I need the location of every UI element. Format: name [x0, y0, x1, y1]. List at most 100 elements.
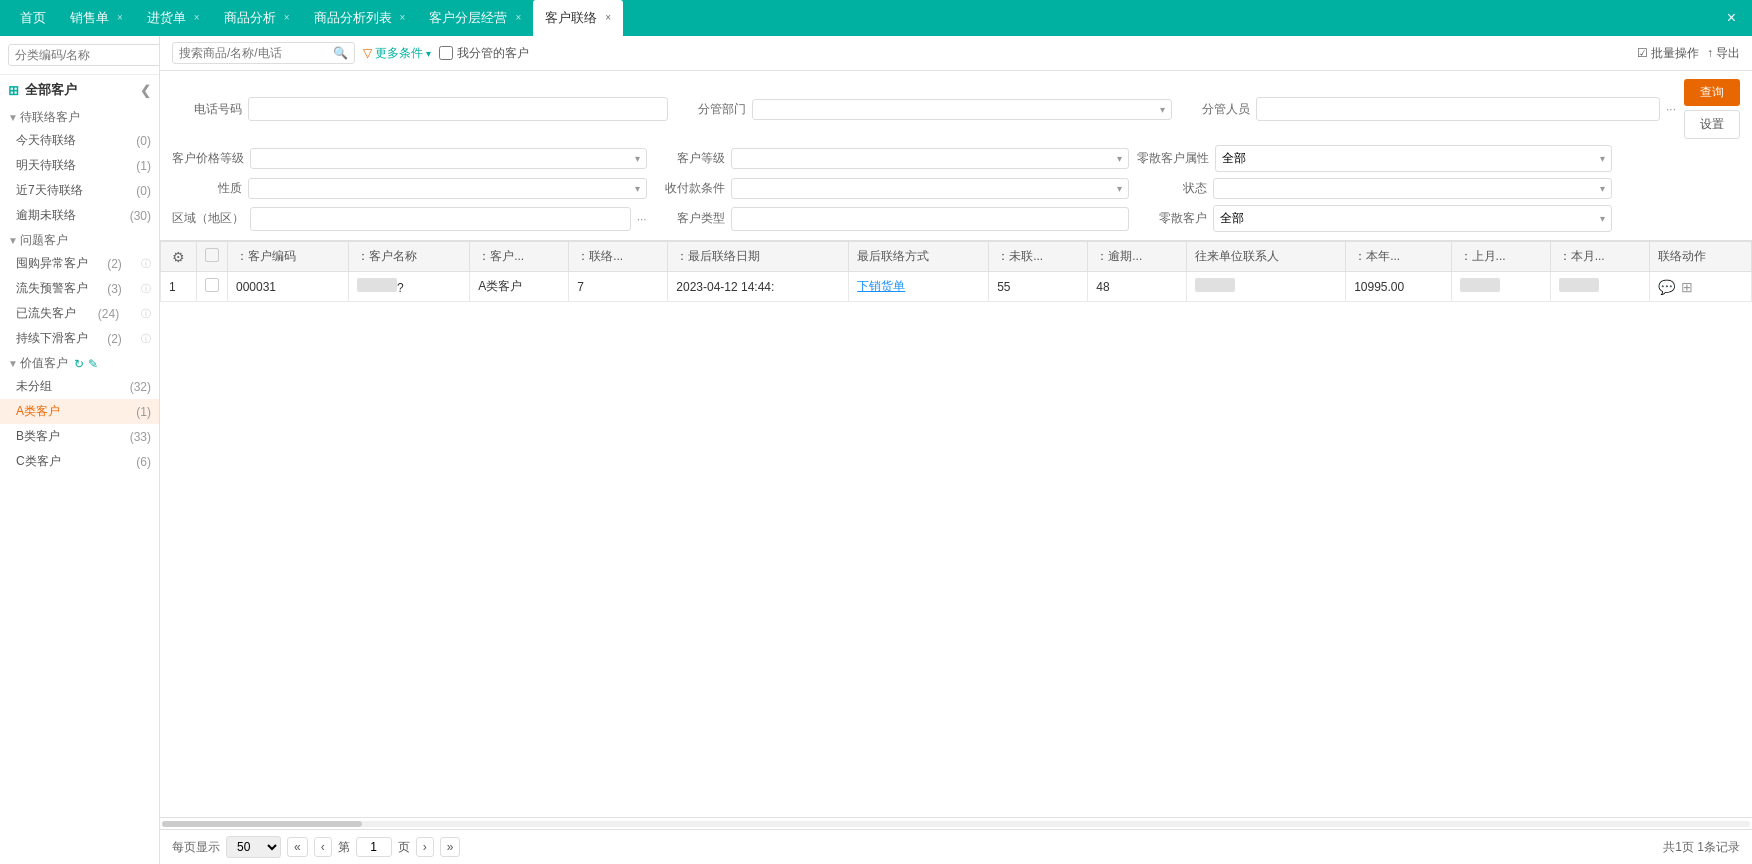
table-header-code: ：客户编码 — [228, 242, 349, 272]
sidebar-group-value[interactable]: ▼ 价值客户 ↻ ✎ — [0, 351, 159, 374]
tab-purchase[interactable]: 进货单 × — [135, 0, 212, 36]
table-header-settings[interactable]: ⚙ — [161, 242, 197, 272]
advanced-filters: 电话号码 分管部门 ▾ 分管人员 ··· 查询 设置 — [160, 71, 1752, 241]
sidebar-item-class-b[interactable]: B类客户(33) — [0, 424, 159, 449]
horizontal-scrollbar[interactable] — [160, 817, 1752, 829]
phone-input[interactable] — [248, 97, 668, 121]
retail-attr-select[interactable]: 全部 ▾ — [1215, 145, 1612, 172]
export-button[interactable]: ↑ 导出 — [1707, 45, 1740, 62]
table-cell-contact-count: 7 — [569, 272, 668, 302]
customer-grade-select[interactable]: ▾ — [731, 148, 1130, 169]
customer-type-input[interactable] — [731, 207, 1130, 231]
filter-row-2: 客户价格等级 ▾ 客户等级 ▾ 零散客户属性 全部 — [172, 145, 1740, 172]
manager-input[interactable] — [1256, 97, 1660, 121]
sidebar-item-overdue-pending[interactable]: 逾期未联络(30) — [0, 203, 159, 228]
table-cell-last-month — [1451, 272, 1550, 302]
tab-customer-segmentation[interactable]: 客户分层经营 × — [417, 0, 533, 36]
tab-sales[interactable]: 销售单 × — [58, 0, 135, 36]
retail-select[interactable]: 全部 ▾ — [1213, 205, 1612, 232]
query-button[interactable]: 查询 — [1684, 79, 1740, 106]
table-header-overdue: ：逾期... — [1088, 242, 1187, 272]
filter-search-box: 🔍 — [172, 42, 355, 64]
sidebar-item-tomorrow-pending[interactable]: 明天待联络(1) — [0, 153, 159, 178]
sidebar-item-churned[interactable]: 已流失客户(24) ⓘ — [0, 301, 159, 326]
retail-attr-label: 零散客户属性 — [1137, 150, 1209, 167]
gear-icon[interactable]: ⚙ — [172, 249, 185, 265]
tab-close-icon[interactable]: × — [117, 0, 123, 36]
filter-search-input[interactable] — [179, 46, 329, 60]
select-all-checkbox[interactable] — [205, 248, 219, 262]
last-page-button[interactable]: » — [440, 837, 461, 857]
close-all-tabs-button[interactable]: × — [1719, 9, 1744, 27]
filter-customer-type: 客户类型 — [655, 207, 1130, 231]
sidebar-item-class-a[interactable]: A类客户(1) — [0, 399, 159, 424]
sidebar-item-ungrouped[interactable]: 未分组(32) — [0, 374, 159, 399]
next-page-button[interactable]: › — [416, 837, 434, 857]
batch-operation-button[interactable]: ☑ 批量操作 — [1637, 45, 1699, 62]
page-label: 第 — [338, 839, 350, 856]
contact-method-link[interactable]: 下销货单 — [857, 279, 905, 293]
tab-close-icon[interactable]: × — [605, 0, 611, 36]
grid-action-icon[interactable]: ⊞ — [1681, 279, 1693, 295]
sidebar-search-input[interactable] — [8, 44, 160, 66]
more-dots-icon[interactable]: ··· — [637, 212, 647, 226]
chat-action-icon[interactable]: 💬 — [1658, 279, 1675, 295]
filter-search-icon[interactable]: 🔍 — [333, 46, 348, 60]
sidebar-item-class-c[interactable]: C类客户(6) — [0, 449, 159, 474]
sidebar-all-customers[interactable]: ⊞ 全部客户 ❮ — [0, 75, 159, 105]
my-customers-checkbox[interactable]: 我分管的客户 — [439, 45, 529, 62]
this-month-blurred — [1559, 278, 1599, 292]
info-icon: ⓘ — [141, 307, 151, 321]
per-page-label: 每页显示 — [172, 839, 220, 856]
tab-close-icon[interactable]: × — [400, 0, 406, 36]
nature-label: 性质 — [172, 180, 242, 197]
filter-row-1: 电话号码 分管部门 ▾ 分管人员 ··· 查询 设置 — [172, 79, 1740, 139]
chevron-down-icon: ▾ — [426, 48, 431, 59]
tab-product-analysis[interactable]: 商品分析 × — [212, 0, 302, 36]
status-select[interactable]: ▾ — [1213, 178, 1612, 199]
table-area: ⚙ ：客户编码 ：客户名称 ：客户... — [160, 241, 1752, 817]
sidebar-item-declining[interactable]: 持续下滑客户(2) ⓘ — [0, 326, 159, 351]
table-cell-company-contact — [1187, 272, 1346, 302]
table-header-no-contact: ：未联... — [989, 242, 1088, 272]
sidebar-item-churn-warning[interactable]: 流失预警客户(3) ⓘ — [0, 276, 159, 301]
table-cell-no-contact: 55 — [989, 272, 1088, 302]
first-page-button[interactable]: « — [287, 837, 308, 857]
tab-close-icon[interactable]: × — [515, 0, 521, 36]
table-cell-index: 1 — [161, 272, 197, 302]
refresh-icon[interactable]: ↻ — [74, 357, 84, 371]
region-input[interactable] — [250, 207, 631, 231]
more-conditions-button[interactable]: ▽ 更多条件 ▾ — [363, 45, 431, 62]
prev-page-button[interactable]: ‹ — [314, 837, 332, 857]
table-header-checkbox[interactable] — [197, 242, 228, 272]
scrollbar-thumb[interactable] — [162, 821, 362, 827]
tab-customer-contact[interactable]: 客户联络 × — [533, 0, 623, 36]
nature-select[interactable]: ▾ — [248, 178, 647, 199]
sidebar-item-abnormal-purchase[interactable]: 囤购异常客户(2) ⓘ — [0, 251, 159, 276]
sidebar-collapse-icon[interactable]: ❮ — [140, 83, 151, 98]
chevron-down-icon: ▾ — [1600, 183, 1605, 194]
price-grade-select[interactable]: ▾ — [250, 148, 647, 169]
export-icon: ↑ — [1707, 46, 1713, 60]
row-checkbox[interactable] — [205, 278, 219, 292]
more-dots-icon[interactable]: ··· — [1666, 102, 1676, 116]
payment-select[interactable]: ▾ — [731, 178, 1130, 199]
sidebar-item-today-pending[interactable]: 今天待联络(0) — [0, 128, 159, 153]
tab-product-analysis-list[interactable]: 商品分析列表 × — [302, 0, 418, 36]
scrollbar-track[interactable] — [162, 821, 1750, 827]
table-header-this-month: ：本月... — [1550, 242, 1649, 272]
tab-close-icon[interactable]: × — [194, 0, 200, 36]
sidebar-group-pending[interactable]: ▼ 待联络客户 — [0, 105, 159, 128]
filter-retail: 零散客户 全部 ▾ — [1137, 205, 1612, 232]
sidebar-item-7days-pending[interactable]: 近7天待联络(0) — [0, 178, 159, 203]
tab-close-icon[interactable]: × — [284, 0, 290, 36]
page-number-input[interactable] — [356, 837, 392, 857]
edit-icon[interactable]: ✎ — [88, 357, 98, 371]
sidebar-group-problem[interactable]: ▼ 问题客户 — [0, 228, 159, 251]
company-contact-blurred — [1195, 278, 1235, 292]
table-cell-checkbox[interactable] — [197, 272, 228, 302]
dept-select[interactable]: ▾ — [752, 99, 1172, 120]
home-nav-item[interactable]: 首页 — [8, 9, 58, 27]
settings-button[interactable]: 设置 — [1684, 110, 1740, 139]
per-page-select[interactable]: 50 100 — [226, 836, 281, 858]
